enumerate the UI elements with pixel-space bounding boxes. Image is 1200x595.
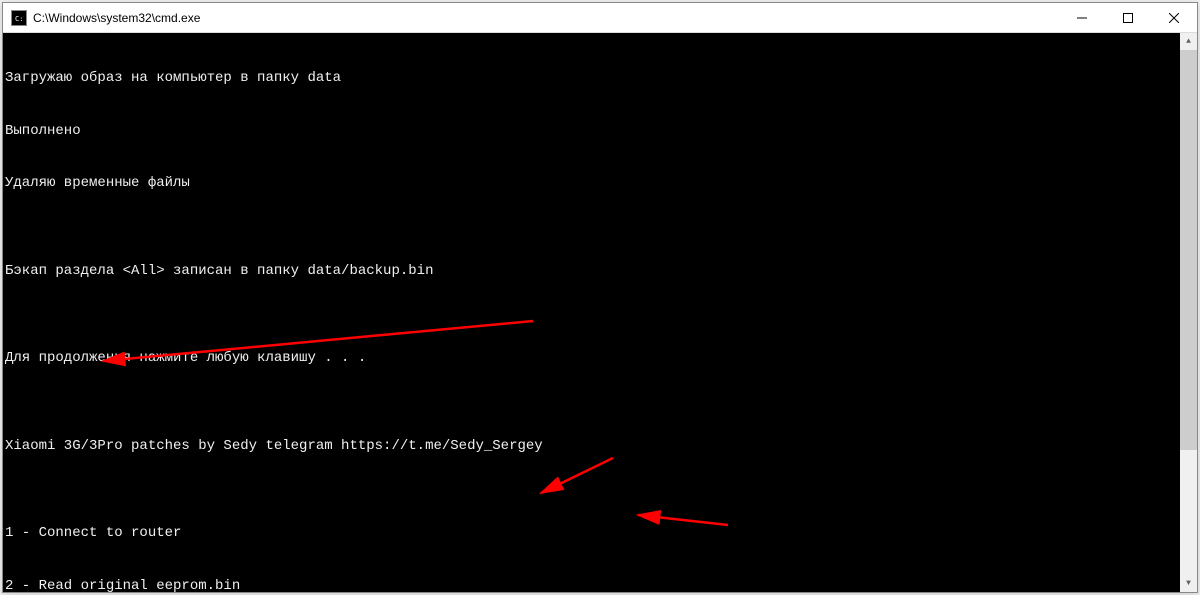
maximize-button[interactable] [1105, 3, 1151, 33]
terminal-line: 2 - Read original eeprom.bin [5, 578, 1195, 593]
terminal-line: Xiaomi 3G/3Pro patches by Sedy telegram … [5, 438, 1195, 456]
terminal-line: Выполнено [5, 123, 1195, 141]
terminal-line: Загружаю образ на компьютер в папку data [5, 70, 1195, 88]
svg-text:C:\: C:\ [15, 15, 24, 23]
terminal-line: Для продолжения нажмите любую клавишу . … [5, 350, 1195, 368]
terminal-content: Загружаю образ на компьютер в папку data… [5, 35, 1195, 592]
close-icon [1169, 13, 1179, 23]
close-button[interactable] [1151, 3, 1197, 33]
titlebar[interactable]: C:\ C:\Windows\system32\cmd.exe [3, 3, 1197, 33]
window-title: C:\Windows\system32\cmd.exe [33, 11, 1059, 25]
scrollbar[interactable]: ▲ ▼ [1180, 33, 1197, 592]
terminal-area[interactable]: Загружаю образ на компьютер в папку data… [3, 33, 1197, 592]
terminal-line: Бэкап раздела <All> записан в папку data… [5, 263, 1195, 281]
cmd-window: C:\ C:\Windows\system32\cmd.exe Загружаю… [2, 2, 1198, 593]
terminal-line: Удаляю временные файлы [5, 175, 1195, 193]
window-controls [1059, 3, 1197, 32]
cmd-icon: C:\ [11, 10, 27, 26]
minimize-icon [1077, 13, 1087, 23]
scrollbar-up-button[interactable]: ▲ [1180, 33, 1197, 50]
scrollbar-thumb[interactable] [1180, 50, 1197, 450]
terminal-line: 1 - Connect to router [5, 525, 1195, 543]
scrollbar-down-button[interactable]: ▼ [1180, 575, 1197, 592]
minimize-button[interactable] [1059, 3, 1105, 33]
maximize-icon [1123, 13, 1133, 23]
